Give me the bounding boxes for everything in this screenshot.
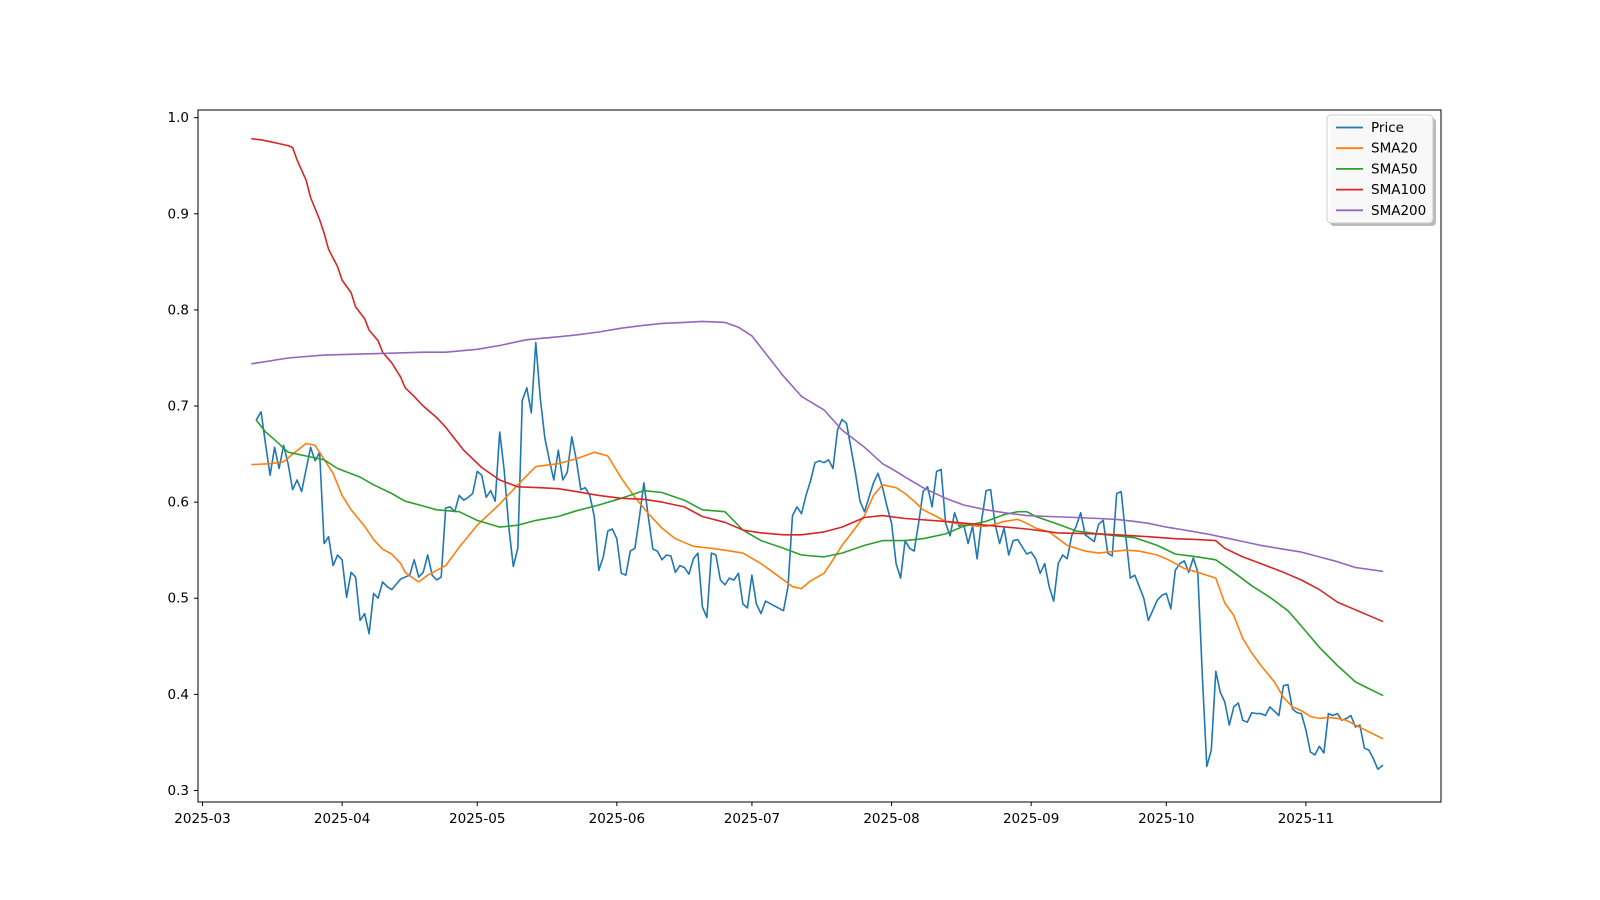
legend: Price SMA20 SMA50 SMA100 SMA200 <box>1326 114 1436 226</box>
chart-canvas: 2025-03 2025-04 2025-05 2025-06 2025-07 2025-… <box>0 0 1600 900</box>
x-tick-label: 2025-03 <box>174 811 230 827</box>
y-tick-label: 0.6 <box>168 495 189 511</box>
y-tick-label: 0.9 <box>168 206 189 222</box>
legend-label: SMA20 <box>1371 141 1418 157</box>
legend-label: Price <box>1371 120 1404 136</box>
y-tick-label: 1.0 <box>168 110 189 126</box>
x-tick-label: 2025-04 <box>314 811 370 827</box>
legend-label: SMA100 <box>1371 182 1426 198</box>
y-tick-label: 0.5 <box>168 591 189 607</box>
y-tick-label: 0.4 <box>168 687 189 703</box>
x-tick-label: 2025-09 <box>1003 811 1059 827</box>
x-tick-label: 2025-08 <box>863 811 919 827</box>
x-tick-label: 2025-07 <box>724 811 780 827</box>
figure: 2025-03 2025-04 2025-05 2025-06 2025-07 2025-… <box>0 0 1600 900</box>
legend-label: SMA200 <box>1371 203 1426 219</box>
y-tick-label: 0.3 <box>168 783 189 799</box>
x-tick-label: 2025-06 <box>589 811 645 827</box>
y-tick-label: 0.8 <box>168 302 189 318</box>
x-tick-label: 2025-05 <box>449 811 505 827</box>
legend-label: SMA50 <box>1371 161 1418 177</box>
x-tick-label: 2025-10 <box>1138 811 1194 827</box>
x-tick-label: 2025-11 <box>1278 811 1334 827</box>
y-tick-label: 0.7 <box>168 399 189 415</box>
